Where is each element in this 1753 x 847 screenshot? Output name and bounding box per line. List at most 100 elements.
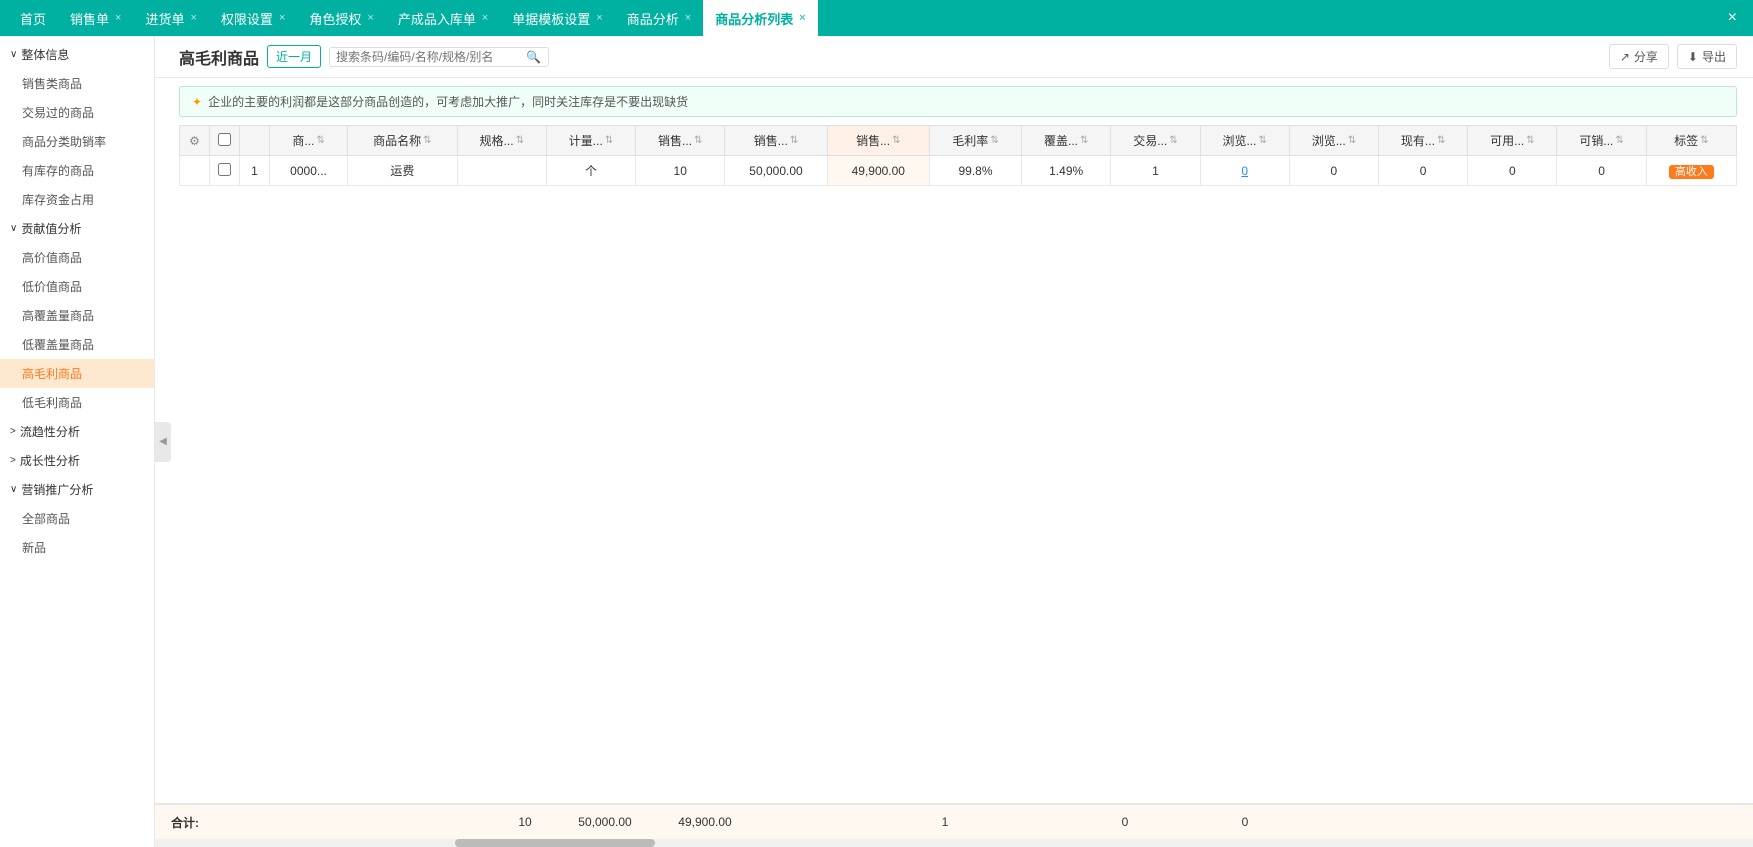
sidebar-group-growth[interactable]: > 成长性分析 <box>0 446 154 475</box>
cell-settings <box>180 156 210 186</box>
col-transaction[interactable]: 交易... ⇅ <box>1111 126 1200 156</box>
col-coverage[interactable]: 覆盖... ⇅ <box>1022 126 1111 156</box>
sort-icon: ⇅ <box>1526 135 1534 146</box>
close-icon[interactable]: × <box>482 12 488 24</box>
close-icon[interactable]: × <box>799 12 805 24</box>
nav-home[interactable]: 首页 <box>8 0 58 36</box>
sort-icon: ⇅ <box>605 135 613 146</box>
sidebar-item-low-value[interactable]: 低价值商品 <box>0 272 154 301</box>
sidebar-group-contribution[interactable]: ∨ 贡献值分析 <box>0 214 154 243</box>
browse1-link[interactable]: 0 <box>1241 164 1248 178</box>
nav-product-analysis-list[interactable]: 商品分析列表 × <box>703 0 817 36</box>
sidebar-group-trend[interactable]: > 流趋性分析 <box>0 417 154 446</box>
chevron-right-icon: > <box>10 455 16 466</box>
cell-saleable: 0 <box>1557 156 1646 186</box>
col-code[interactable]: 商... ⇅ <box>270 126 348 156</box>
search-box: 🔍 <box>329 47 549 67</box>
sidebar-group-marketing[interactable]: ∨ 营销推广分析 <box>0 475 154 504</box>
cell-name: 运费 <box>348 156 458 186</box>
content-header: 高毛利商品 近一月 🔍 ↗ 分享 ⬇ 导出 <box>155 36 1753 78</box>
select-all-checkbox[interactable] <box>218 133 231 146</box>
sort-icon: ⇅ <box>423 135 431 146</box>
col-current-stock[interactable]: 现有... ⇅ <box>1379 126 1468 156</box>
cell-sales-profit: 49,900.00 <box>827 156 929 186</box>
col-sales-profit[interactable]: 销售... ⇅ <box>827 126 929 156</box>
sidebar-item-new-goods[interactable]: 新品 <box>0 533 154 562</box>
nav-permission[interactable]: 权限设置 × <box>209 0 297 36</box>
nav-stock-in[interactable]: 产成品入库单 × <box>386 0 500 36</box>
nav-sales[interactable]: 销售单 × <box>58 0 133 36</box>
sidebar-item-category-rate[interactable]: 商品分类助销率 <box>0 127 154 156</box>
time-filter-button[interactable]: 近一月 <box>267 45 321 68</box>
products-table: ⚙ 商... ⇅ <box>179 125 1737 186</box>
close-icon[interactable]: × <box>596 12 602 24</box>
sidebar-item-high-coverage[interactable]: 高覆盖量商品 <box>0 301 154 330</box>
close-icon[interactable]: × <box>367 12 373 24</box>
col-name[interactable]: 商品名称 ⇅ <box>348 126 458 156</box>
col-available[interactable]: 可用... ⇅ <box>1468 126 1557 156</box>
col-unit[interactable]: 计量... ⇅ <box>546 126 635 156</box>
info-banner: ✦ 企业的主要的利润都是这部分商品创造的，可考虑加大推广，同时关注库存是不要出现… <box>179 86 1737 117</box>
cell-current-stock: 0 <box>1379 156 1468 186</box>
search-input[interactable] <box>336 50 526 64</box>
cell-available: 0 <box>1468 156 1557 186</box>
cell-browse1[interactable]: 0 <box>1200 156 1289 186</box>
sort-icon: ⇅ <box>1080 135 1088 146</box>
export-button[interactable]: ⬇ 导出 <box>1677 44 1737 69</box>
sort-icon: ⇅ <box>1700 135 1708 146</box>
cell-gross-margin: 99.8% <box>929 156 1021 186</box>
sidebar-item-low-coverage[interactable]: 低覆盖量商品 <box>0 330 154 359</box>
col-browse1[interactable]: 浏览... ⇅ <box>1200 126 1289 156</box>
footer-empty1 <box>755 818 835 826</box>
chevron-down-icon: ∨ <box>10 484 17 495</box>
info-icon: ✦ <box>192 95 202 109</box>
sort-icon: ⇅ <box>516 135 524 146</box>
sidebar-item-sales-goods[interactable]: 销售类商品 <box>0 69 154 98</box>
sidebar-group-overall[interactable]: ∨ 整体信息 <box>0 40 154 69</box>
close-icon[interactable]: × <box>190 12 196 24</box>
sidebar-item-stocked-goods[interactable]: 有库存的商品 <box>0 156 154 185</box>
col-saleable[interactable]: 可销... ⇅ <box>1557 126 1646 156</box>
footer-current-stock: 0 <box>1095 811 1155 833</box>
nav-product-analysis[interactable]: 商品分析 × <box>615 0 703 36</box>
chevron-right-icon: > <box>10 426 16 437</box>
sidebar-collapse-button[interactable]: ◀ <box>155 422 171 462</box>
footer-sales-profit: 49,900.00 <box>655 811 755 833</box>
footer-empty2 <box>835 818 915 826</box>
close-icon[interactable]: × <box>279 12 285 24</box>
row-checkbox[interactable] <box>218 163 231 176</box>
col-gross-margin[interactable]: 毛利率 ⇅ <box>929 126 1021 156</box>
nav-purchase[interactable]: 进货单 × <box>133 0 208 36</box>
col-sales-amount[interactable]: 销售... ⇅ <box>725 126 827 156</box>
sidebar-item-stock-capital[interactable]: 库存资金占用 <box>0 185 154 214</box>
close-icon[interactable]: × <box>685 12 691 24</box>
horizontal-scrollbar[interactable] <box>155 839 1753 847</box>
nav-template[interactable]: 单据模板设置 × <box>500 0 614 36</box>
col-checkbox <box>210 126 240 156</box>
sidebar-item-low-margin[interactable]: 低毛利商品 <box>0 388 154 417</box>
settings-icon[interactable]: ⚙ <box>189 134 200 148</box>
window-close-button[interactable]: × <box>1720 9 1745 27</box>
footer-total-row: 合计: 10 50,000.00 49,900.00 1 0 0 <box>155 803 1753 839</box>
share-button[interactable]: ↗ 分享 <box>1609 44 1669 69</box>
col-settings[interactable]: ⚙ <box>180 126 210 156</box>
search-icon[interactable]: 🔍 <box>526 50 541 64</box>
col-spec[interactable]: 规格... ⇅ <box>457 126 546 156</box>
sidebar-item-high-value[interactable]: 高价值商品 <box>0 243 154 272</box>
sidebar-item-high-margin[interactable]: 高毛利商品 <box>0 359 154 388</box>
sidebar-item-traded-goods[interactable]: 交易过的商品 <box>0 98 154 127</box>
chevron-down-icon: ∨ <box>10 49 17 60</box>
collapse-icon: ◀ <box>159 436 167 447</box>
close-icon[interactable]: × <box>115 12 121 24</box>
sort-icon: ⇅ <box>892 135 900 146</box>
chevron-down-icon: ∨ <box>10 223 17 234</box>
col-tag[interactable]: 标签 ⇅ <box>1646 126 1736 156</box>
col-sales-qty[interactable]: 销售... ⇅ <box>636 126 725 156</box>
sidebar: ∨ 整体信息 销售类商品 交易过的商品 商品分类助销率 有库存的商品 库存资金占… <box>0 36 155 847</box>
nav-role[interactable]: 角色授权 × <box>297 0 385 36</box>
cell-checkbox[interactable] <box>210 156 240 186</box>
col-browse2[interactable]: 浏览... ⇅ <box>1289 126 1378 156</box>
sort-icon: ⇅ <box>1348 135 1356 146</box>
cell-sales-amount: 50,000.00 <box>725 156 827 186</box>
sidebar-item-all-goods[interactable]: 全部商品 <box>0 504 154 533</box>
